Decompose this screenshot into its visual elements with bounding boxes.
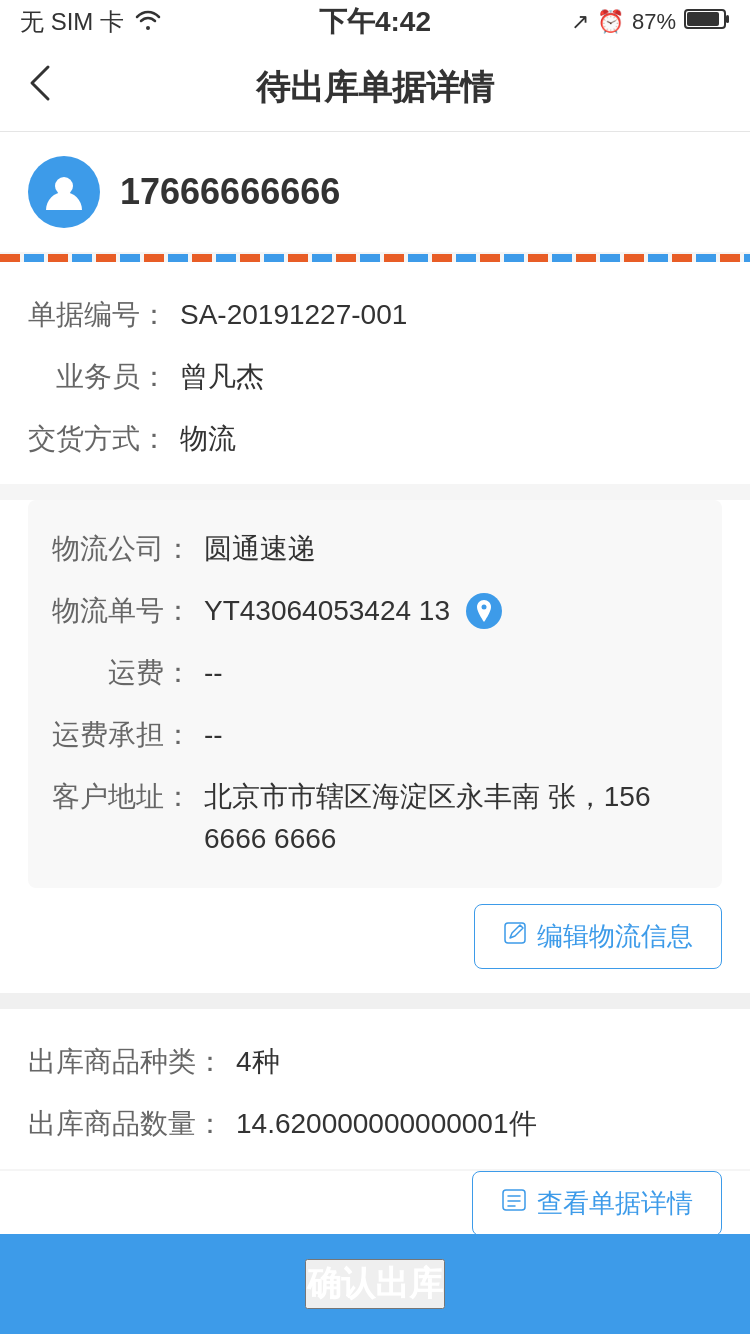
delivery-row: 交货方式： 物流 bbox=[28, 418, 722, 460]
address-row: 客户地址： 北京市市辖区海淀区永丰南 张，156 6666 6666 bbox=[52, 776, 698, 860]
battery-icon bbox=[684, 8, 730, 36]
edit-logistics-label: 编辑物流信息 bbox=[537, 919, 693, 954]
freight-value: -- bbox=[204, 652, 698, 694]
edit-icon bbox=[503, 921, 527, 952]
freight-bearer-row: 运费承担： -- bbox=[52, 714, 698, 756]
status-time: 下午4:42 bbox=[319, 3, 431, 41]
svg-rect-2 bbox=[687, 12, 719, 26]
customer-header: 17666666666 bbox=[0, 132, 750, 252]
logistics-company-label: 物流公司： bbox=[52, 528, 192, 570]
product-quantity-label: 出库商品数量： bbox=[28, 1103, 224, 1145]
salesman-row: 业务员： 曾凡杰 bbox=[28, 356, 722, 398]
tracking-label: 物流单号： bbox=[52, 590, 192, 632]
delivery-label: 交货方式： bbox=[28, 418, 168, 460]
product-type-label: 出库商品种类： bbox=[28, 1041, 224, 1083]
tracking-location-icon[interactable] bbox=[466, 593, 502, 629]
product-info-section: 出库商品种类： 4种 出库商品数量： 14.620000000000001件 bbox=[0, 1009, 750, 1169]
customer-phone: 17666666666 bbox=[120, 171, 340, 213]
confirm-outbound-button[interactable]: 确认出库 bbox=[305, 1259, 445, 1309]
svg-point-4 bbox=[482, 605, 487, 610]
address-label: 客户地址： bbox=[52, 776, 192, 818]
document-no-label: 单据编号： bbox=[28, 294, 168, 336]
document-no-row: 单据编号： SA-20191227-001 bbox=[28, 294, 722, 336]
product-type-value: 4种 bbox=[236, 1041, 722, 1083]
page-title: 待出库单据详情 bbox=[256, 65, 494, 111]
edit-logistics-button[interactable]: 编辑物流信息 bbox=[474, 904, 722, 969]
edit-btn-row: 编辑物流信息 bbox=[0, 904, 750, 989]
wifi-icon bbox=[134, 8, 162, 36]
address-value: 北京市市辖区海淀区永丰南 张，156 6666 6666 bbox=[204, 776, 698, 860]
salesman-label: 业务员： bbox=[28, 356, 168, 398]
basic-info-section: 单据编号： SA-20191227-001 业务员： 曾凡杰 交货方式： 物流 bbox=[0, 262, 750, 484]
alarm-icon: ⏰ bbox=[597, 9, 624, 35]
section-divider bbox=[0, 993, 750, 1009]
back-button[interactable] bbox=[28, 63, 52, 112]
freight-row: 运费： -- bbox=[52, 652, 698, 694]
svg-rect-6 bbox=[503, 1190, 525, 1210]
freight-bearer-value: -- bbox=[204, 714, 698, 756]
carrier-text: 无 SIM 卡 bbox=[20, 6, 124, 38]
logistics-card: 物流公司： 圆通速递 物流单号： YT43064053424 13 运费： bbox=[28, 500, 722, 888]
freight-bearer-label: 运费承担： bbox=[52, 714, 192, 756]
status-left: 无 SIM 卡 bbox=[20, 6, 162, 38]
tracking-row: 物流单号： YT43064053424 13 bbox=[52, 590, 698, 632]
view-detail-label: 查看单据详情 bbox=[537, 1186, 693, 1221]
document-no-value: SA-20191227-001 bbox=[180, 294, 722, 336]
product-type-row: 出库商品种类： 4种 bbox=[28, 1041, 722, 1083]
svg-rect-1 bbox=[726, 15, 729, 23]
dashed-divider bbox=[0, 254, 750, 262]
bottom-confirm-bar: 确认出库 bbox=[0, 1234, 750, 1334]
battery-text: 87% bbox=[632, 9, 676, 35]
salesman-value: 曾凡杰 bbox=[180, 356, 722, 398]
view-detail-button[interactable]: 查看单据详情 bbox=[472, 1171, 722, 1236]
tracking-value: YT43064053424 13 bbox=[204, 590, 698, 632]
logistics-company-row: 物流公司： 圆通速递 bbox=[52, 528, 698, 570]
avatar bbox=[28, 156, 100, 228]
location-status-icon: ↗ bbox=[571, 9, 589, 35]
status-bar: 无 SIM 卡 下午4:42 ↗ ⏰ 87% bbox=[0, 0, 750, 44]
delivery-value: 物流 bbox=[180, 418, 722, 460]
freight-label: 运费： bbox=[52, 652, 192, 694]
detail-icon bbox=[501, 1188, 527, 1219]
product-quantity-value: 14.620000000000001件 bbox=[236, 1103, 722, 1145]
logistics-company-value: 圆通速递 bbox=[204, 528, 698, 570]
nav-bar: 待出库单据详情 bbox=[0, 44, 750, 132]
status-right: ↗ ⏰ 87% bbox=[571, 8, 730, 36]
product-quantity-row: 出库商品数量： 14.620000000000001件 bbox=[28, 1103, 722, 1145]
